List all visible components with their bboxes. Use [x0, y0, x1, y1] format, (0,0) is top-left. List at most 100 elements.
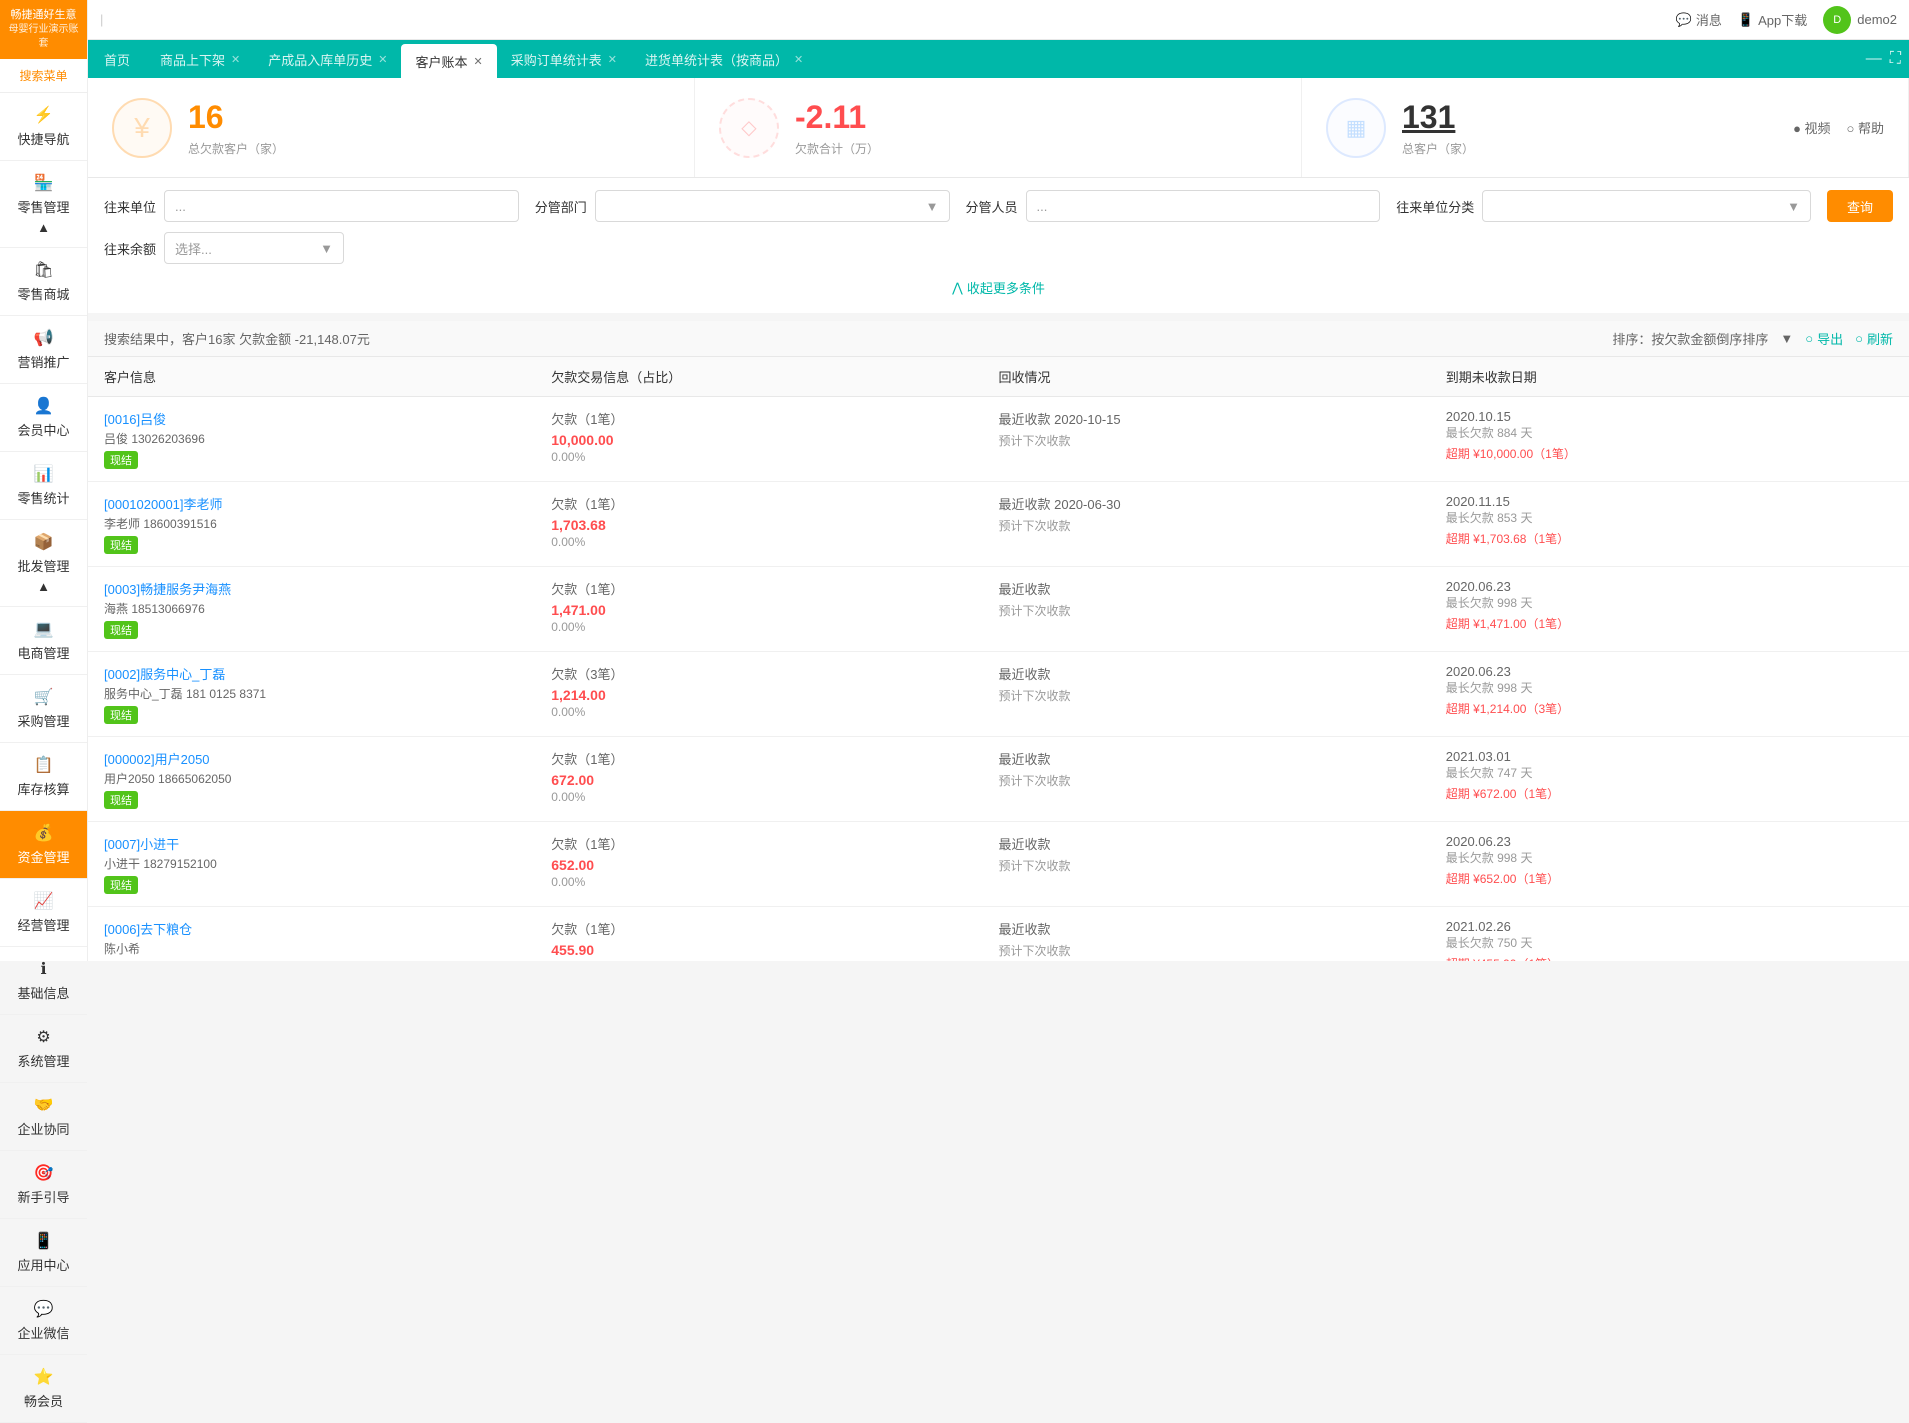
sidebar-item-14[interactable]: 🤝企业协同: [0, 1083, 87, 1151]
sidebar-item-3[interactable]: 📢营销推广: [0, 316, 87, 384]
app-label: App下载: [1758, 10, 1807, 29]
recovery-info-3: 最近收款 预计下次收款: [999, 664, 1446, 704]
stat-card-2: ▦ 131 总客户（家） ● 视频 ○ 帮助: [1302, 78, 1909, 177]
sidebar-item-17[interactable]: 💬企业微信: [0, 1287, 87, 1355]
customer-name-5[interactable]: [0007]小进干: [104, 834, 551, 853]
overdue-detail-5[interactable]: 超期 ¥652.00（1笔）: [1446, 870, 1893, 887]
next-payment-3: 预计下次收款: [999, 687, 1446, 704]
sidebar-item-7[interactable]: 💻电商管理: [0, 607, 87, 675]
filter-select-balance[interactable]: 选择... ▼: [164, 232, 344, 264]
customer-tag-3: 现结: [104, 706, 138, 724]
nav-label-6: 批发管理: [17, 556, 69, 575]
refresh-button[interactable]: ○ 刷新: [1855, 329, 1893, 348]
overdue-detail-3[interactable]: 超期 ¥1,214.00（3笔）: [1446, 700, 1893, 717]
collapse-icon: ⋀: [952, 280, 963, 296]
sidebar-item-9[interactable]: 📋库存核算: [0, 743, 87, 811]
sidebar-item-10[interactable]: 💰资金管理: [0, 811, 87, 879]
recovery-info-0: 最近收款 2020-10-15 预计下次收款: [999, 409, 1446, 449]
filter-select-category[interactable]: ▼: [1482, 190, 1811, 222]
next-payment-6: 预计下次收款: [999, 942, 1446, 959]
sidebar-item-13[interactable]: ⚙系统管理: [0, 1015, 87, 1083]
sidebar-item-6[interactable]: 📦批发管理▲: [0, 520, 87, 607]
sidebar-item-2[interactable]: 🛍零售商城: [0, 248, 87, 316]
content-wrapper: ¥ 16 总欠款客户（家） ◇ -2.11 欠款合计（万） ▦ 131 总客户（…: [88, 78, 1909, 961]
nav-icon-12: ℹ: [40, 959, 46, 979]
due-date-3: 2020.06.23: [1446, 664, 1893, 679]
topbar-right: 💬 消息 📱 App下载 D demo2: [1676, 6, 1897, 34]
help-btn[interactable]: ○ 帮助: [1847, 118, 1884, 137]
overdue-detail-1[interactable]: 超期 ¥1,703.68（1笔）: [1446, 530, 1893, 547]
tab-1[interactable]: 商品上下架✕: [146, 40, 254, 78]
table-row: [0003]畅捷服务尹海燕 海燕 18513066976 现结 欠款（1笔） 1…: [88, 567, 1909, 652]
filter-area: 往来单位 ... 分管部门 ▼ 分管人员 .: [88, 178, 1909, 313]
tab-close-5[interactable]: ✕: [794, 53, 803, 66]
last-payment-1: 最近收款 2020-06-30: [999, 494, 1446, 513]
tab-close-4[interactable]: ✕: [608, 53, 617, 66]
chevron-down-icon-bal: ▼: [320, 241, 333, 256]
sidebar-item-11[interactable]: 📈经营管理: [0, 879, 87, 947]
tab-3[interactable]: 客户账本✕: [401, 44, 496, 78]
tab-2[interactable]: 产成品入库单历史✕: [254, 40, 401, 78]
tab-close-3[interactable]: ✕: [474, 55, 483, 68]
sidebar-item-15[interactable]: 🎯新手引导: [0, 1151, 87, 1219]
max-overdue-5: 最长欠款 998 天: [1446, 849, 1893, 866]
stat-icon-1: ◇: [719, 98, 779, 158]
filter-label-person: 分管人员: [966, 197, 1018, 216]
customer-name-6[interactable]: [0006]去下粮仓: [104, 919, 551, 938]
chevron-down-icon-cat: ▼: [1787, 199, 1800, 214]
sidebar-item-1[interactable]: 🏪零售管理▲: [0, 161, 87, 248]
customer-name-3[interactable]: [0002]服务中心_丁磊: [104, 664, 551, 683]
filter-item-category: 往来单位分类 ▼: [1396, 190, 1811, 222]
overdue-detail-4[interactable]: 超期 ¥672.00（1笔）: [1446, 785, 1893, 802]
sidebar-item-0[interactable]: ⚡快捷导航: [0, 93, 87, 161]
sidebar-item-8[interactable]: 🛒采购管理: [0, 675, 87, 743]
tab-5[interactable]: 进货单统计表（按商品）✕: [631, 40, 817, 78]
maximize-icon[interactable]: ⛶: [1890, 50, 1901, 68]
sidebar-search[interactable]: 搜索菜单: [0, 59, 87, 93]
sidebar-item-12[interactable]: ℹ基础信息: [0, 947, 87, 1015]
filter-label-unit: 往来单位: [104, 197, 156, 216]
customer-name-0[interactable]: [0016]吕俊: [104, 409, 551, 428]
overdue-detail-2[interactable]: 超期 ¥1,471.00（1笔）: [1446, 615, 1893, 632]
avatar: D: [1823, 6, 1851, 34]
tab-close-2[interactable]: ✕: [378, 53, 387, 66]
debt-amount-3: 1,214.00: [551, 687, 998, 703]
tabbar: 首页商品上下架✕产成品入库单历史✕客户账本✕采购订单统计表✕进货单统计表（按商品…: [88, 40, 1909, 78]
nav-icon-0: ⚡: [34, 105, 54, 125]
overdue-detail-6[interactable]: 超期 ¥455.90（1笔）: [1446, 955, 1893, 961]
sidebar-nav: ⚡快捷导航🏪零售管理▲🛍零售商城📢营销推广👤会员中心📊零售统计📦批发管理▲💻电商…: [0, 93, 87, 1423]
filter-input-person-ellipsis: ...: [1037, 199, 1048, 214]
minimize-icon[interactable]: —: [1866, 50, 1882, 68]
tab-0[interactable]: 首页: [88, 40, 146, 78]
filter-item-unit: 往来单位 ...: [104, 190, 519, 222]
filter-input-unit[interactable]: ...: [164, 190, 519, 222]
customer-info-2: [0003]畅捷服务尹海燕 海燕 18513066976 现结: [104, 579, 551, 639]
filter-select-dept[interactable]: ▼: [595, 190, 950, 222]
customer-name-2[interactable]: [0003]畅捷服务尹海燕: [104, 579, 551, 598]
customer-sub-3: 服务中心_丁磊 181 0125 8371: [104, 685, 551, 702]
logo-subtitle: 母婴行业演示账套: [4, 23, 83, 51]
filter-input-person[interactable]: ...: [1026, 190, 1381, 222]
video-btn[interactable]: ● 视频: [1793, 118, 1830, 137]
debt-pct-5: 0.00%: [551, 875, 998, 889]
sidebar-item-16[interactable]: 📱应用中心: [0, 1219, 87, 1287]
debt-count-1: 欠款（1笔）: [551, 494, 998, 513]
last-payment-0: 最近收款 2020-10-15: [999, 409, 1446, 428]
query-button[interactable]: 查询: [1827, 190, 1893, 222]
tab-4[interactable]: 采购订单统计表✕: [497, 40, 631, 78]
sidebar-item-5[interactable]: 📊零售统计: [0, 452, 87, 520]
sidebar-item-4[interactable]: 👤会员中心: [0, 384, 87, 452]
table-header: 客户信息 欠款交易信息（占比） 回收情况 到期未收款日期: [88, 357, 1909, 397]
overdue-detail-0[interactable]: 超期 ¥10,000.00（1笔）: [1446, 445, 1893, 462]
export-button[interactable]: ○ 导出: [1805, 329, 1843, 348]
app-download-button[interactable]: 📱 App下载: [1738, 10, 1807, 29]
collapse-button[interactable]: ⋀ 收起更多条件: [952, 278, 1045, 297]
table-row: [0002]服务中心_丁磊 服务中心_丁磊 181 0125 8371 现结 欠…: [88, 652, 1909, 737]
user-menu[interactable]: D demo2: [1823, 6, 1897, 34]
customer-name-4[interactable]: [000002]用户2050: [104, 749, 551, 768]
customer-tag-0: 现结: [104, 451, 138, 469]
tab-close-1[interactable]: ✕: [231, 53, 240, 66]
sidebar-item-18[interactable]: ⭐畅会员: [0, 1355, 87, 1423]
message-button[interactable]: 💬 消息: [1676, 10, 1722, 29]
customer-name-1[interactable]: [0001020001]李老师: [104, 494, 551, 513]
